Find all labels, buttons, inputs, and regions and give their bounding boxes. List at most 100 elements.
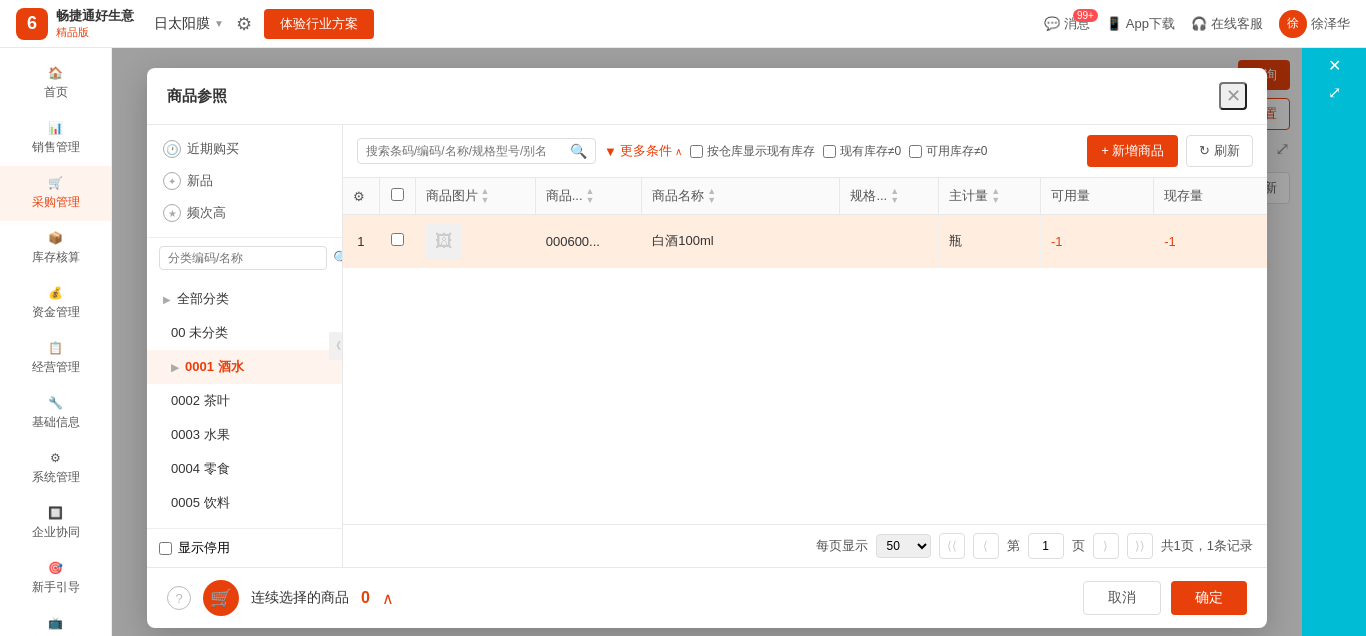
trial-button[interactable]: 体验行业方案	[264, 9, 374, 39]
th-image-sort[interactable]: 商品图片 ▲▼	[426, 187, 525, 205]
quick-list: 🕐 近期购买 ✦ 新品 ★ 频次高	[147, 125, 342, 238]
teal-expand-button[interactable]: ⤢	[1328, 83, 1341, 102]
cart-badge-wrap[interactable]: 🛒	[203, 580, 239, 616]
next-page-button[interactable]: ⟩	[1093, 533, 1119, 559]
sidebar-item-guide[interactable]: 🎯 新手引导	[0, 551, 111, 606]
cat-tree-0005[interactable]: 0005 饮料	[147, 486, 342, 520]
last-page-button[interactable]: ⟩⟩	[1127, 533, 1153, 559]
th-code-sort[interactable]: 商品... ▲▼	[546, 187, 631, 205]
logo-icon: 6	[16, 8, 48, 40]
sidebar-item-management[interactable]: 📋 经营管理	[0, 331, 111, 386]
current-stock-checkbox[interactable]	[823, 145, 836, 158]
sidebar-item-apps[interactable]: 📺 应用中心	[0, 606, 111, 636]
guide-icon: 🎯	[48, 561, 63, 575]
filter-icon: ▼	[604, 144, 617, 159]
system-icon: ⚙	[50, 451, 61, 465]
quick-item-recent[interactable]: 🕐 近期购买	[147, 133, 342, 165]
prev-page-button[interactable]: ⟨	[973, 533, 999, 559]
cat-collapse-button[interactable]: 《	[329, 332, 343, 360]
page-size-select[interactable]: 50 10 20 100	[876, 534, 931, 558]
cat-tree-0008[interactable]: 0008 水	[147, 520, 342, 528]
td-image: 🖼	[415, 215, 535, 268]
sidebar-item-sales[interactable]: 📊 销售管理	[0, 111, 111, 166]
quick-item-new[interactable]: ✦ 新品	[147, 165, 342, 197]
cancel-button[interactable]: 取消	[1083, 581, 1161, 615]
th-checkbox[interactable]	[379, 178, 415, 215]
toolbar-right: + 新增商品 ↻ 刷新	[1087, 135, 1253, 167]
th-settings[interactable]: ⚙	[343, 178, 379, 215]
bottom-bar: ? 🛒 连续选择的商品 0 ∧ 取消 确定	[147, 567, 1267, 628]
cat-tree-0002[interactable]: 0002 茶叶	[147, 384, 342, 418]
search-button[interactable]: 🔍	[570, 143, 587, 159]
sort-icon: ▲▼	[481, 187, 490, 205]
management-icon: 📋	[48, 341, 63, 355]
gear-icon[interactable]: ⚙	[236, 13, 252, 35]
sidebar-item-inventory[interactable]: 📦 库存核算	[0, 221, 111, 276]
th-image: 商品图片 ▲▼	[415, 178, 535, 215]
total-label: 共1页，1条记录	[1161, 537, 1253, 555]
message-nav-item[interactable]: 💬 消息 99+	[1044, 15, 1090, 33]
modal-close-button[interactable]: ✕	[1219, 82, 1247, 110]
cat-tree-0003[interactable]: 0003 水果	[147, 418, 342, 452]
search-input[interactable]	[366, 144, 566, 158]
help-icon[interactable]: ?	[167, 586, 191, 610]
sidebar-item-home[interactable]: 🏠 首页	[0, 56, 111, 111]
quick-item-frequent[interactable]: ★ 频次高	[147, 197, 342, 229]
logo-text: 畅捷通好生意 精品版	[56, 7, 134, 40]
sidebar-item-basic[interactable]: 🔧 基础信息	[0, 386, 111, 441]
th-spec: 规格... ▲▼	[840, 178, 939, 215]
warehouse-checkbox-label[interactable]: 按仓库显示现有库存	[690, 143, 815, 160]
display-stopped-checkbox[interactable]	[159, 542, 172, 555]
table-row[interactable]: 1 🖼	[343, 215, 1267, 268]
warehouse-checkbox[interactable]	[690, 145, 703, 158]
basic-icon: 🔧	[48, 396, 63, 410]
available-stock-checkbox-label[interactable]: 可用库存≠0	[909, 143, 987, 160]
nav-selector[interactable]: 日太阳膜 ▼	[154, 15, 224, 33]
sidebar-item-system[interactable]: ⚙ 系统管理	[0, 441, 111, 496]
th-name-sort[interactable]: 商品名称 ▲▼	[652, 187, 829, 205]
select-all-checkbox[interactable]	[391, 188, 404, 201]
user-nav-item[interactable]: 徐 徐泽华	[1279, 10, 1350, 38]
app-download-nav-item[interactable]: 📱 App下载	[1106, 15, 1175, 33]
pagination-row: 每页显示 50 10 20 100 ⟨⟨ ⟨ 第 页	[343, 524, 1267, 567]
cat-search-button[interactable]: 🔍	[333, 250, 343, 266]
td-checkbox[interactable]	[379, 215, 415, 268]
content-area: 查询 设置 ✕ ⤢ 刷新 商品参照 ✕	[112, 48, 1302, 636]
frequent-icon: ★	[163, 204, 181, 222]
sidebar-item-finance[interactable]: 💰 资金管理	[0, 276, 111, 331]
filter-button[interactable]: ▼ 更多条件 ∧	[604, 142, 682, 160]
td-code: 000600...	[535, 215, 641, 268]
inventory-icon: 📦	[48, 231, 63, 245]
cat-tree-all[interactable]: ▶ 全部分类	[147, 282, 342, 316]
cat-footer: 显示停用	[147, 528, 342, 567]
current-stock-checkbox-label[interactable]: 现有库存≠0	[823, 143, 901, 160]
th-spec-sort[interactable]: 规格... ▲▼	[850, 187, 928, 205]
cat-tree: ▶ 全部分类 00 未分类 ▶ 0001 酒水 0002 茶	[147, 278, 342, 528]
th-unit-sort[interactable]: 主计量 ▲▼	[949, 187, 1030, 205]
phone-icon: 📱	[1106, 16, 1122, 31]
td-name: 白酒100ml	[642, 215, 840, 268]
cat-tree-0001[interactable]: ▶ 0001 酒水	[147, 350, 342, 384]
confirm-button[interactable]: 确定	[1171, 581, 1247, 615]
product-modal: 商品参照 ✕ 🕐 近期购买 ✦	[147, 68, 1267, 628]
row-checkbox[interactable]	[391, 233, 404, 246]
collapse-button[interactable]: ∧	[382, 589, 394, 608]
td-unit: 瓶	[939, 215, 1041, 268]
cat-tree-0004[interactable]: 0004 零食	[147, 452, 342, 486]
cat-search-input[interactable]	[159, 246, 327, 270]
message-icon: 💬	[1044, 16, 1060, 31]
cat-tree-00[interactable]: 00 未分类	[147, 316, 342, 350]
add-product-button[interactable]: + 新增商品	[1087, 135, 1178, 167]
first-page-button[interactable]: ⟨⟨	[939, 533, 965, 559]
teal-close-button[interactable]: ✕	[1328, 56, 1341, 75]
table-refresh-button[interactable]: ↻ 刷新	[1186, 135, 1253, 167]
service-nav-item[interactable]: 🎧 在线客服	[1191, 15, 1263, 33]
sidebar-item-purchase[interactable]: 🛒 采购管理	[0, 166, 111, 221]
page-input[interactable]	[1028, 533, 1064, 559]
th-name: 商品名称 ▲▼	[642, 178, 840, 215]
modal-overlay: 商品参照 ✕ 🕐 近期购买 ✦	[112, 48, 1302, 636]
recent-icon: 🕐	[163, 140, 181, 158]
sidebar-item-collab[interactable]: 🔲 企业协同	[0, 496, 111, 551]
available-stock-checkbox[interactable]	[909, 145, 922, 158]
sort-icon-code: ▲▼	[586, 187, 595, 205]
